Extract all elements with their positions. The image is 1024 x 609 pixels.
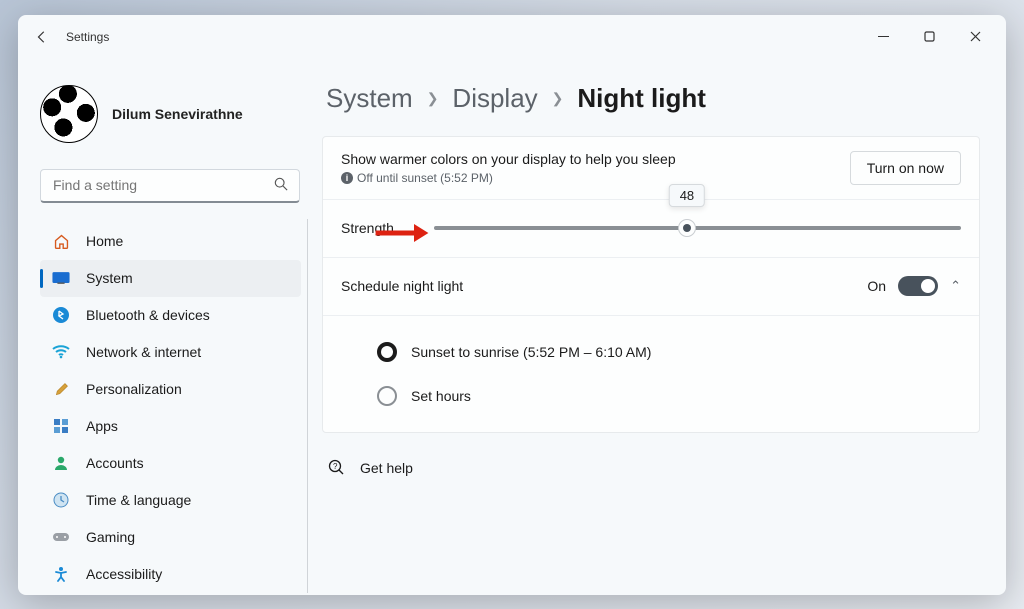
clock-icon — [52, 491, 70, 509]
radio-unselected-icon — [377, 386, 397, 406]
slider-value-tooltip: 48 — [669, 184, 705, 207]
radio-selected-icon — [377, 342, 397, 362]
maximize-button[interactable] — [906, 21, 952, 53]
get-help-link[interactable]: ? Get help — [322, 439, 980, 497]
slider-track: 48 — [434, 226, 961, 230]
nav-personalization[interactable]: Personalization — [40, 371, 301, 408]
profile-block[interactable]: Dilum Senevirathne — [40, 67, 308, 169]
home-icon — [52, 232, 70, 250]
night-light-card: Show warmer colors on your display to he… — [322, 136, 980, 433]
help-label: Get help — [360, 460, 413, 476]
nav-label: Personalization — [86, 381, 182, 397]
nav-home[interactable]: Home — [40, 223, 301, 260]
description-text: Show warmer colors on your display to he… — [341, 151, 676, 167]
titlebar: Settings — [18, 15, 1006, 59]
nav-label: System — [86, 270, 133, 286]
nav-label: Accessibility — [86, 566, 162, 582]
apps-icon — [52, 417, 70, 435]
toggle-state-text: On — [867, 278, 886, 294]
nav-label: Bluetooth & devices — [86, 307, 210, 323]
window-controls — [860, 21, 998, 53]
nav-label: Time & language — [86, 492, 191, 508]
nav-list: Home System Bluetooth & devices Network … — [40, 219, 308, 593]
content-area: System ❯ Display ❯ Night light Show warm… — [318, 59, 1006, 595]
nav-label: Network & internet — [86, 344, 201, 360]
person-icon — [52, 454, 70, 472]
turn-on-now-button[interactable]: Turn on now — [850, 151, 961, 185]
search-icon — [274, 177, 288, 194]
search-input[interactable] — [40, 169, 300, 203]
search-wrap — [40, 169, 308, 203]
accessibility-icon — [52, 565, 70, 583]
minimize-button[interactable] — [860, 21, 906, 53]
nav-label: Accounts — [86, 455, 144, 471]
info-icon: i — [341, 172, 353, 184]
nav-accessibility[interactable]: Accessibility — [40, 556, 301, 593]
settings-window: Settings Dilum Senevirathne Home System … — [18, 15, 1006, 595]
nav-network[interactable]: Network & internet — [40, 334, 301, 371]
avatar — [40, 85, 98, 143]
option-sunset-sunrise[interactable]: Sunset to sunrise (5:52 PM – 6:10 AM) — [377, 330, 961, 374]
chevron-right-icon: ❯ — [552, 90, 564, 107]
schedule-row[interactable]: Schedule night light On ⌃ — [323, 257, 979, 315]
close-button[interactable] — [952, 21, 998, 53]
window-body: Dilum Senevirathne Home System Bluetooth… — [18, 59, 1006, 595]
system-icon — [52, 269, 70, 287]
description-row: Show warmer colors on your display to he… — [323, 137, 979, 199]
breadcrumb-display[interactable]: Display — [452, 83, 537, 114]
sidebar: Dilum Senevirathne Home System Bluetooth… — [18, 59, 318, 595]
nav-time[interactable]: Time & language — [40, 482, 301, 519]
breadcrumb: System ❯ Display ❯ Night light — [322, 83, 980, 114]
schedule-label: Schedule night light — [341, 278, 463, 294]
profile-name: Dilum Senevirathne — [112, 106, 243, 122]
nav-bluetooth[interactable]: Bluetooth & devices — [40, 297, 301, 334]
option-set-hours[interactable]: Set hours — [377, 374, 961, 418]
wifi-icon — [52, 343, 70, 361]
strength-slider[interactable]: 48 — [434, 226, 961, 230]
breadcrumb-system[interactable]: System — [326, 83, 413, 114]
gamepad-icon — [52, 528, 70, 546]
back-button[interactable] — [26, 21, 58, 53]
annotation-arrow — [373, 220, 431, 251]
breadcrumb-current: Night light — [577, 83, 706, 114]
nav-apps[interactable]: Apps — [40, 408, 301, 445]
help-icon: ? — [328, 459, 346, 477]
bluetooth-icon — [52, 306, 70, 324]
chevron-up-icon[interactable]: ⌃ — [950, 278, 961, 294]
nav-label: Home — [86, 233, 123, 249]
brush-icon — [52, 380, 70, 398]
schedule-options: Sunset to sunrise (5:52 PM – 6:10 AM) Se… — [323, 315, 979, 432]
nav-system[interactable]: System — [40, 260, 301, 297]
window-title: Settings — [66, 30, 109, 44]
nav-gaming[interactable]: Gaming — [40, 519, 301, 556]
close-icon — [970, 31, 981, 42]
svg-text:?: ? — [333, 462, 338, 471]
slider-thumb[interactable] — [678, 219, 696, 237]
status-text: i Off until sunset (5:52 PM) — [341, 171, 676, 185]
minimize-icon — [878, 31, 889, 42]
chevron-right-icon: ❯ — [427, 90, 439, 107]
nav-label: Apps — [86, 418, 118, 434]
schedule-toggle[interactable] — [898, 276, 938, 296]
nav-accounts[interactable]: Accounts — [40, 445, 301, 482]
strength-row: Strength 48 — [323, 199, 979, 257]
arrow-left-icon — [35, 30, 49, 44]
maximize-icon — [924, 31, 935, 42]
nav-label: Gaming — [86, 529, 135, 545]
